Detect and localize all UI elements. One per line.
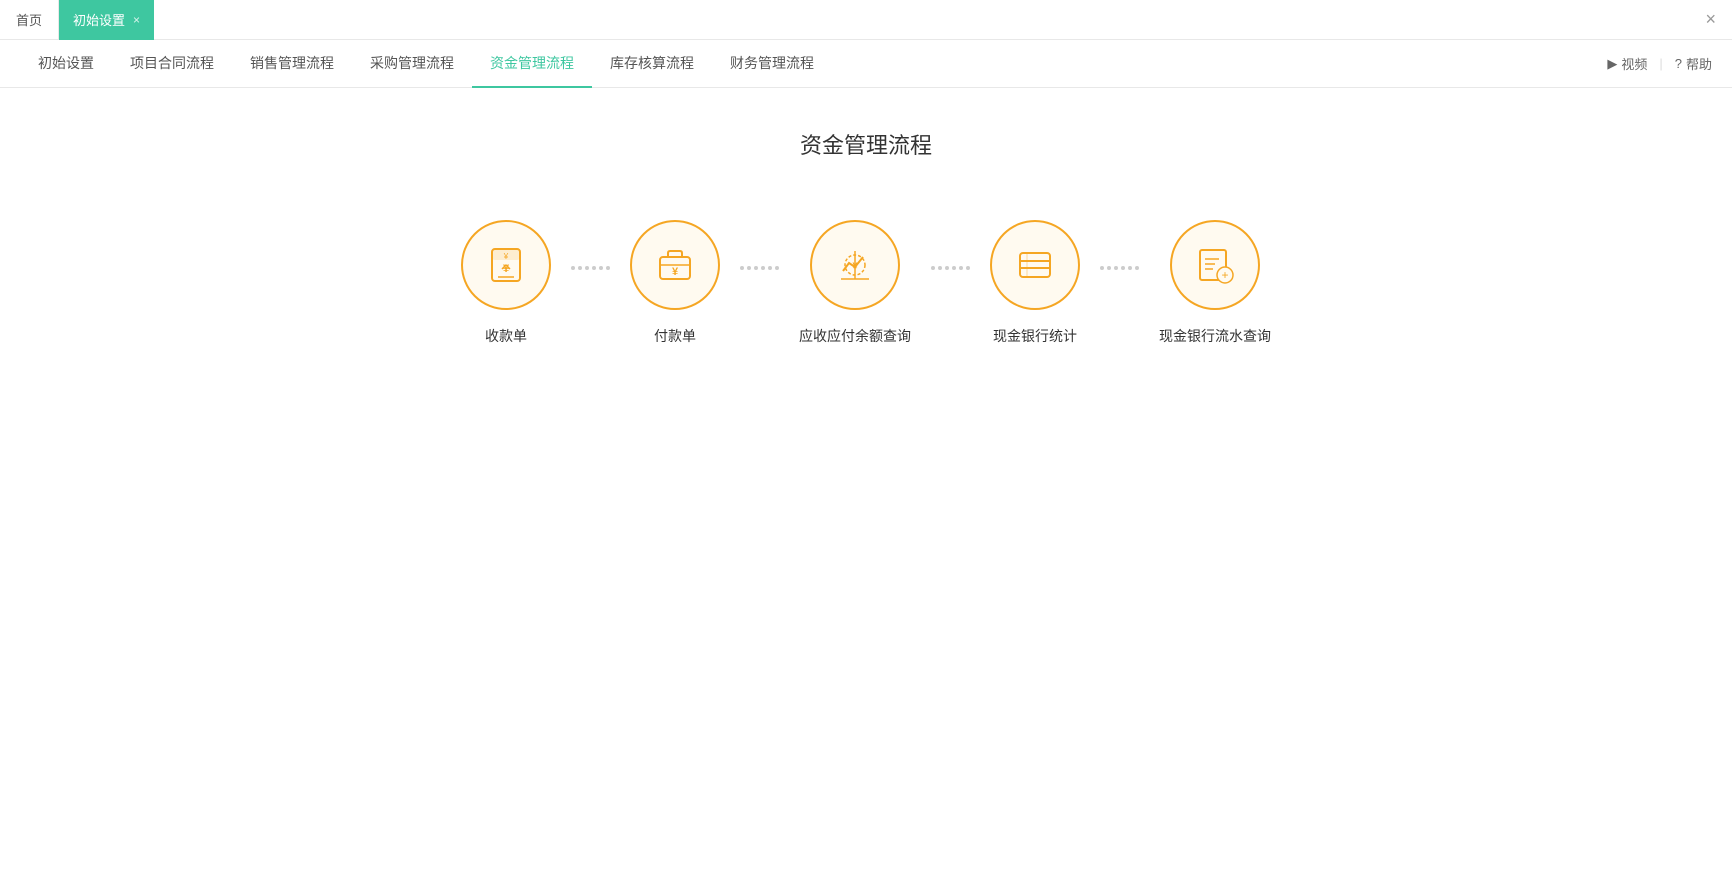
nav-bar: 初始设置 项目合同流程 销售管理流程 采购管理流程 资金管理流程 库存核算流程 … <box>0 40 1732 88</box>
flow-item-payment[interactable]: ¥ 付款单 <box>630 220 720 346</box>
window-close-button[interactable]: × <box>1689 0 1732 40</box>
flow-item-receipt[interactable]: ¥ ¥ 收款单 <box>461 220 551 346</box>
nav-item-purchase-management[interactable]: 采购管理流程 <box>352 40 472 88</box>
help-action[interactable]: ? 帮助 <box>1675 54 1712 73</box>
nav-actions: ▶ 视频 | ? 帮助 <box>1607 54 1712 73</box>
balance-query-label: 应收应付余额查询 <box>799 326 911 346</box>
briefcase-yen-icon: ¥ <box>653 243 697 287</box>
connector-3 <box>911 266 990 300</box>
nav-item-inventory[interactable]: 库存核算流程 <box>592 40 712 88</box>
receipt-icon-circle: ¥ ¥ <box>461 220 551 310</box>
main-content: 资金管理流程 ¥ ¥ 收款单 <box>0 88 1732 386</box>
top-bar: 首页 初始设置 × × <box>0 0 1732 40</box>
close-icon[interactable]: × <box>133 13 140 27</box>
svg-text:¥: ¥ <box>852 261 857 271</box>
nav-item-finance-management[interactable]: 财务管理流程 <box>712 40 832 88</box>
bank-lines-icon <box>1013 243 1057 287</box>
cash-bank-flow-label: 现金银行流水查询 <box>1159 326 1271 346</box>
flow-item-cash-bank-stats[interactable]: 现金银行统计 <box>990 220 1080 346</box>
svg-text:¥: ¥ <box>672 266 679 278</box>
nav-item-fund-management[interactable]: 资金管理流程 <box>472 40 592 88</box>
connector-2 <box>720 266 799 300</box>
page-title: 资金管理流程 <box>800 128 932 160</box>
nav-item-sales-management[interactable]: 销售管理流程 <box>232 40 352 88</box>
flow-item-balance-query[interactable]: ¥ 应收应付余额查询 <box>799 220 911 346</box>
nav-item-project-contract[interactable]: 项目合同流程 <box>112 40 232 88</box>
receipt-label: 收款单 <box>485 326 527 346</box>
cash-bank-stats-label: 现金银行统计 <box>993 326 1077 346</box>
payment-label: 付款单 <box>654 326 696 346</box>
svg-text:+: + <box>1221 268 1228 282</box>
connector-4 <box>1080 266 1159 300</box>
report-plus-icon: + <box>1193 243 1237 287</box>
balance-query-icon-circle: ¥ <box>810 220 900 310</box>
svg-text:¥: ¥ <box>503 252 509 261</box>
active-tab-label: 初始设置 <box>73 10 125 29</box>
flow-item-cash-bank-flow[interactable]: + 现金银行流水查询 <box>1159 220 1271 346</box>
flow-container: ¥ ¥ 收款单 ¥ <box>266 220 1466 346</box>
nav-item-initial-setup[interactable]: 初始设置 <box>20 40 112 88</box>
connector-1 <box>551 266 630 300</box>
video-action[interactable]: ▶ 视频 <box>1607 54 1647 73</box>
help-icon: ? <box>1675 56 1682 71</box>
chart-yen-icon: ¥ <box>833 243 877 287</box>
cash-bank-flow-icon-circle: + <box>1170 220 1260 310</box>
active-tab[interactable]: 初始设置 × <box>59 0 154 40</box>
payment-icon-circle: ¥ <box>630 220 720 310</box>
play-icon: ▶ <box>1607 56 1617 72</box>
cash-bank-stats-icon-circle <box>990 220 1080 310</box>
receipt-yen-icon: ¥ ¥ <box>484 243 528 287</box>
home-tab[interactable]: 首页 <box>0 0 59 40</box>
